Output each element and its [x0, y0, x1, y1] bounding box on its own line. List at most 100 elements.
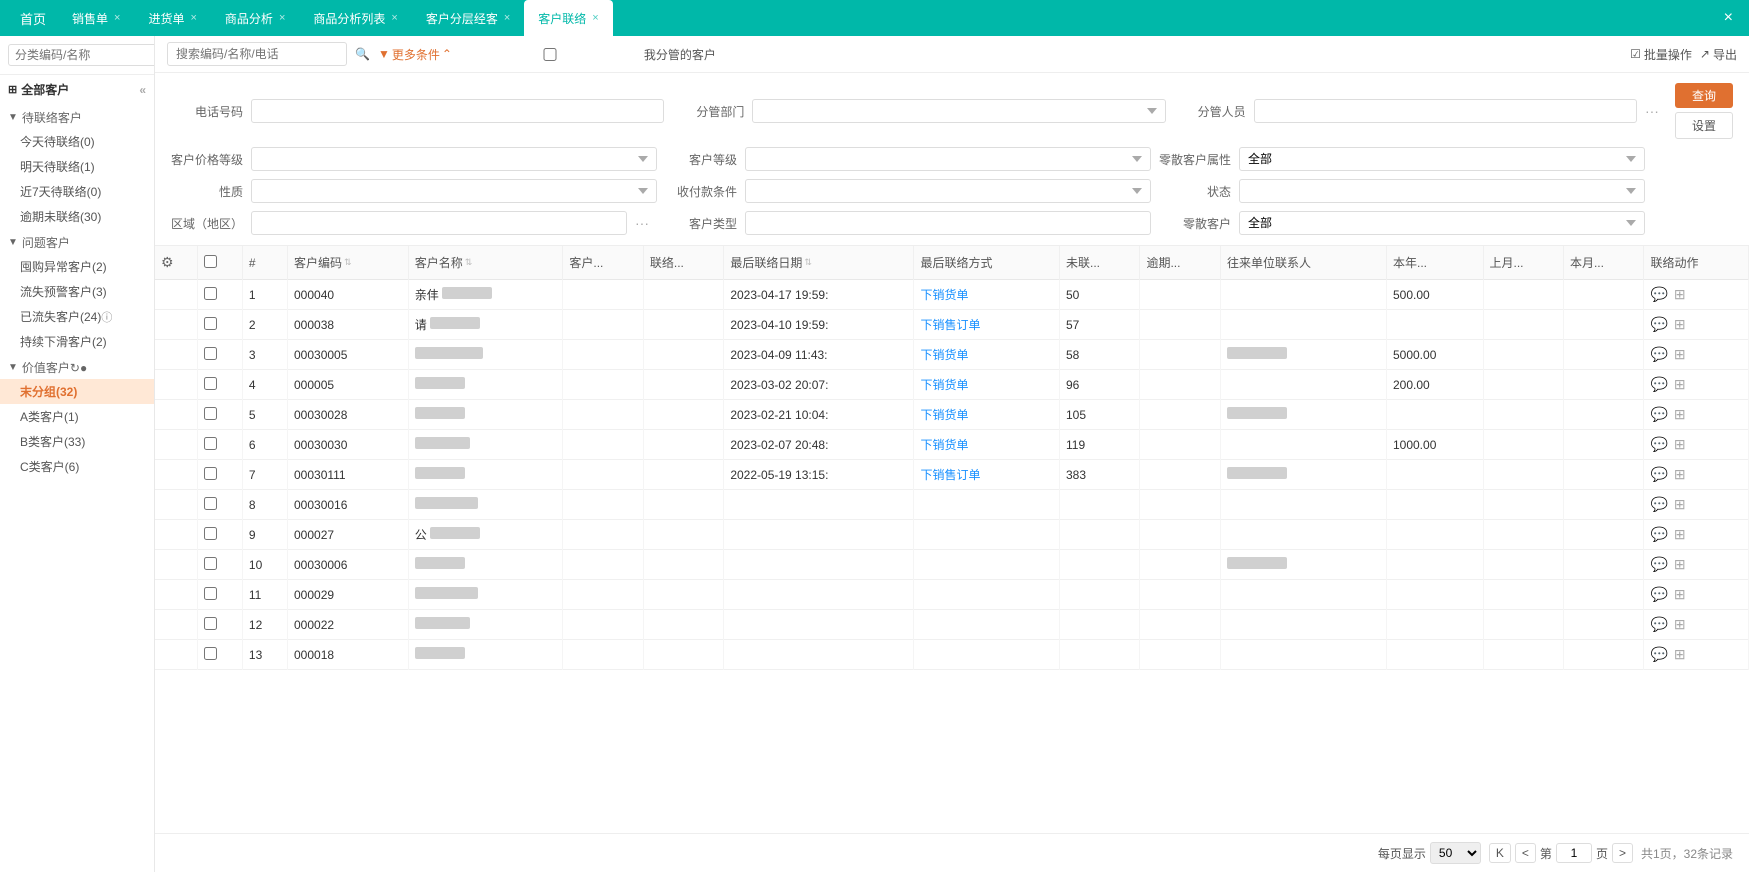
chat-icon[interactable]: 💬	[1650, 316, 1667, 333]
per-page-select[interactable]: 50 20 100	[1430, 842, 1481, 864]
grid-action-icon[interactable]: ⊞	[1674, 496, 1686, 513]
page-number-input[interactable]	[1556, 843, 1592, 863]
filter-customer-type-input[interactable]	[745, 211, 1151, 235]
close-customer-tier-tab[interactable]: ×	[504, 12, 510, 24]
nav-home[interactable]: 首页	[8, 9, 58, 28]
filter-retail-customer-select[interactable]: 全部	[1239, 211, 1645, 235]
filter-search-icon[interactable]: 🔍	[355, 47, 370, 61]
filter-phone-input[interactable]	[251, 99, 664, 123]
sidebar-item-churned[interactable]: 已流失客户(24) ⓘ	[0, 304, 154, 329]
row-checkbox[interactable]	[204, 557, 217, 570]
chat-icon[interactable]: 💬	[1650, 586, 1667, 603]
grid-action-icon[interactable]: ⊞	[1674, 436, 1686, 453]
contact-way-link[interactable]: 下销售订单	[920, 318, 980, 332]
row-checkbox[interactable]	[204, 347, 217, 360]
sidebar-all-customers[interactable]: ⊞ 全部客户 «	[0, 75, 154, 104]
chat-icon[interactable]: 💬	[1650, 646, 1667, 663]
sidebar-item-today-pending[interactable]: 今天待联络(0)	[0, 129, 154, 154]
close-customer-contact-tab[interactable]: ×	[592, 12, 598, 24]
grid-action-icon[interactable]: ⊞	[1674, 616, 1686, 633]
my-customers-checkbox[interactable]	[460, 48, 640, 61]
chat-icon[interactable]: 💬	[1650, 346, 1667, 363]
sort-icon2[interactable]: ⇅	[465, 257, 473, 268]
close-product-analysis-tab[interactable]: ×	[279, 12, 285, 24]
grid-action-icon[interactable]: ⊞	[1674, 376, 1686, 393]
batch-op-btn[interactable]: ☑ 批量操作	[1630, 46, 1692, 63]
filter-nature-select[interactable]	[251, 179, 657, 203]
filter-retail-attr-select[interactable]: 全部	[1239, 147, 1645, 171]
more-conditions-btn[interactable]: ▼ 更多条件 ⌃	[378, 46, 452, 63]
sidebar-item-tomorrow-pending[interactable]: 明天待联络(1)	[0, 154, 154, 179]
row-checkbox[interactable]	[204, 587, 217, 600]
grid-action-icon[interactable]: ⊞	[1674, 556, 1686, 573]
nav-tab-purchase[interactable]: 进货单 ×	[134, 0, 210, 36]
grid-action-icon[interactable]: ⊞	[1674, 316, 1686, 333]
nav-tab-customer-contact[interactable]: 客户联络 ×	[524, 0, 612, 36]
window-close-btn[interactable]: ×	[1716, 9, 1741, 27]
grid-action-icon[interactable]: ⊞	[1674, 286, 1686, 303]
close-product-analysis-list-tab[interactable]: ×	[391, 12, 397, 24]
chat-icon[interactable]: 💬	[1650, 286, 1667, 303]
th-checkbox[interactable]	[198, 246, 243, 280]
filter-status-select[interactable]	[1239, 179, 1645, 203]
chat-icon[interactable]: 💬	[1650, 616, 1667, 633]
sidebar-collapse-btn[interactable]: «	[139, 83, 146, 97]
sidebar-group-problem[interactable]: ▼ 问题客户	[0, 229, 154, 254]
export-btn[interactable]: ↗ 导出	[1700, 46, 1737, 63]
refresh-icon[interactable]: ↻	[70, 361, 80, 375]
filter-dept-select[interactable]	[752, 99, 1165, 123]
grid-action-icon[interactable]: ⊞	[1674, 466, 1686, 483]
row-checkbox[interactable]	[204, 527, 217, 540]
grid-action-icon[interactable]: ⊞	[1674, 526, 1686, 543]
manager-more-btn[interactable]: ···	[1637, 99, 1667, 123]
filter-region-input[interactable]	[251, 211, 627, 235]
row-checkbox[interactable]	[204, 617, 217, 630]
chat-icon[interactable]: 💬	[1650, 496, 1667, 513]
search-input[interactable]	[167, 42, 347, 66]
chat-icon[interactable]: 💬	[1650, 376, 1667, 393]
nav-tab-product-analysis[interactable]: 商品分析 ×	[211, 0, 299, 36]
sidebar-item-hoarding-abnormal[interactable]: 囤购异常客户(2)	[0, 254, 154, 279]
close-sales-tab[interactable]: ×	[114, 12, 120, 24]
row-checkbox[interactable]	[204, 497, 217, 510]
sidebar-item-b-class[interactable]: B类客户(33)	[0, 429, 154, 454]
filter-customer-level-select[interactable]	[745, 147, 1151, 171]
grid-action-icon[interactable]: ⊞	[1674, 406, 1686, 423]
nav-tab-sales[interactable]: 销售单 ×	[58, 0, 134, 36]
nav-tab-customer-tier[interactable]: 客户分层经客 ×	[412, 0, 524, 36]
sidebar-group-value[interactable]: ▼ 价值客户 ↻ ●	[0, 354, 154, 379]
sort-icon3[interactable]: ⇅	[804, 257, 812, 268]
row-checkbox[interactable]	[204, 287, 217, 300]
grid-action-icon[interactable]: ⊞	[1674, 346, 1686, 363]
sidebar-item-overdue[interactable]: 逾期未联络(30)	[0, 204, 154, 229]
chat-icon[interactable]: 💬	[1650, 406, 1667, 423]
nav-tab-product-analysis-list[interactable]: 商品分析列表 ×	[299, 0, 411, 36]
select-all-checkbox[interactable]	[204, 255, 217, 268]
close-purchase-tab[interactable]: ×	[190, 12, 196, 24]
row-checkbox[interactable]	[204, 407, 217, 420]
chat-icon[interactable]: 💬	[1650, 466, 1667, 483]
sidebar-item-c-class[interactable]: C类客户(6)	[0, 454, 154, 479]
next-page-btn[interactable]: >	[1612, 843, 1633, 863]
row-checkbox[interactable]	[204, 437, 217, 450]
chat-icon[interactable]: 💬	[1650, 436, 1667, 453]
sort-icon[interactable]: ⇅	[344, 257, 352, 268]
contact-way-link[interactable]: 下销售订单	[920, 468, 980, 482]
filter-payment-select[interactable]	[745, 179, 1151, 203]
query-btn[interactable]: 查询	[1675, 83, 1733, 108]
sidebar-item-ungroup[interactable]: 末分组(32)	[0, 379, 154, 404]
settings-icon[interactable]: ⚙	[161, 254, 174, 270]
contact-way-link[interactable]: 下销货单	[920, 408, 968, 422]
grid-action-icon[interactable]: ⊞	[1674, 586, 1686, 603]
filter-price-level-select[interactable]	[251, 147, 657, 171]
my-customers-checkbox-label[interactable]: 我分管的客户	[460, 46, 716, 63]
sidebar-group-pending[interactable]: ▼ 待联络客户	[0, 104, 154, 129]
contact-way-link[interactable]: 下销货单	[920, 348, 968, 362]
row-checkbox[interactable]	[204, 647, 217, 660]
grid-action-icon[interactable]: ⊞	[1674, 646, 1686, 663]
sidebar-search-input[interactable]	[8, 44, 155, 66]
row-checkbox[interactable]	[204, 317, 217, 330]
th-settings[interactable]: ⚙	[155, 246, 198, 280]
filter-manager-input[interactable]	[1254, 99, 1637, 123]
row-checkbox[interactable]	[204, 377, 217, 390]
